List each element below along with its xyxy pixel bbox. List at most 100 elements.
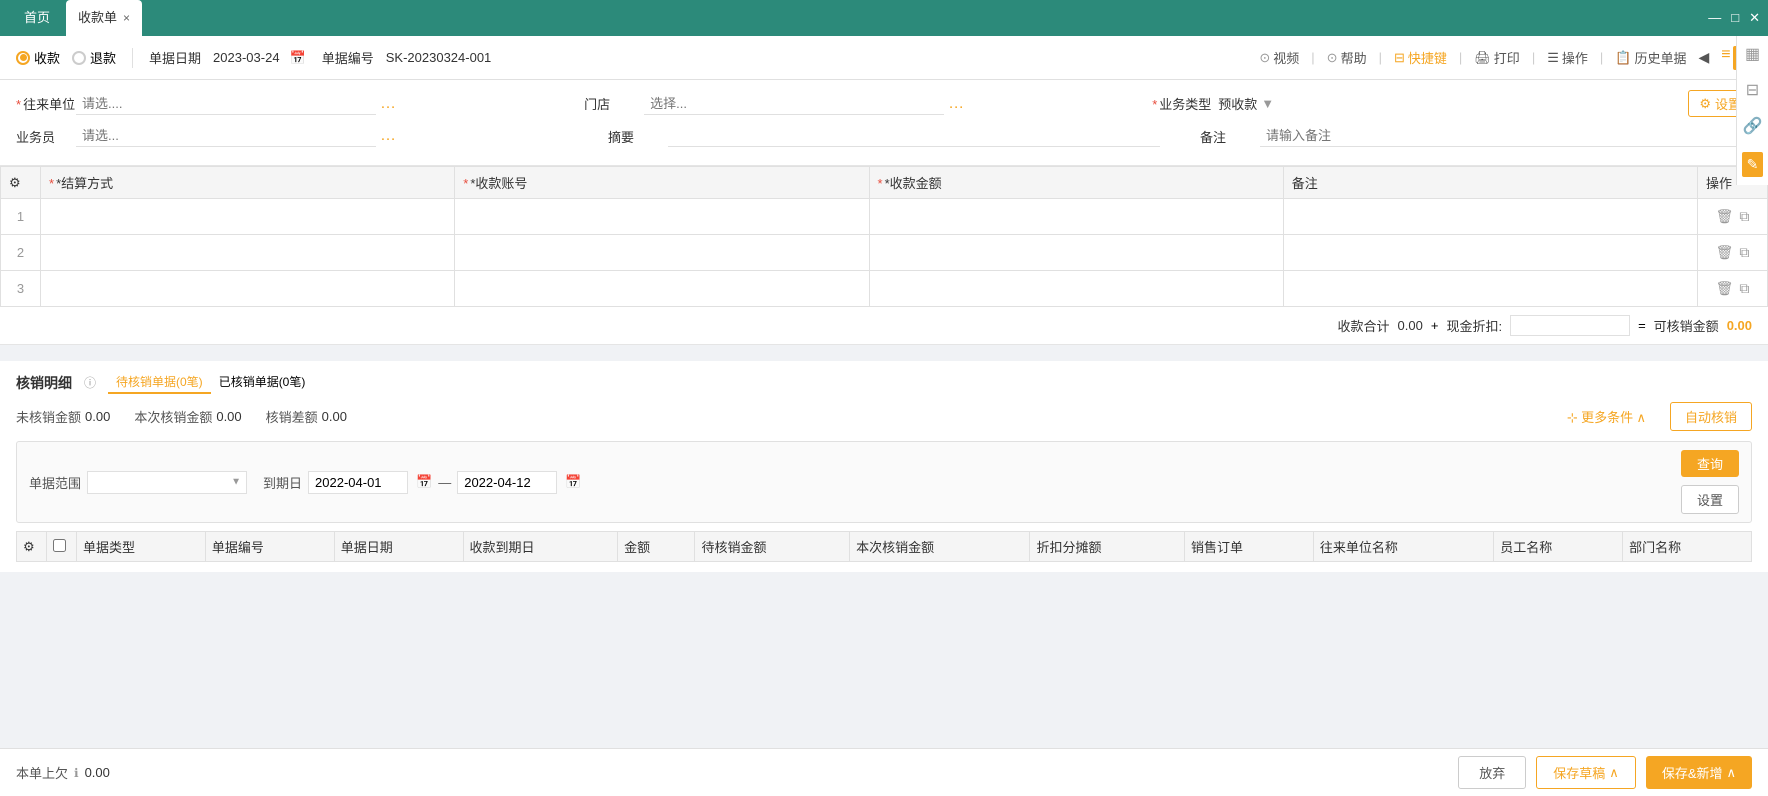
save-draft-label: 保存草稿 — [1553, 763, 1605, 782]
shortcut-action[interactable]: ⊟ 快捷键 — [1394, 48, 1447, 67]
right-panel-list-icon[interactable]: ⊟ — [1746, 80, 1759, 100]
row-3-settlement[interactable] — [41, 271, 455, 307]
row-3-amount[interactable] — [869, 271, 1283, 307]
row-3-remark-input[interactable] — [1284, 271, 1697, 306]
right-panel-link-icon[interactable]: 🔗 — [1743, 116, 1763, 136]
history-label: 历史单据 — [1634, 48, 1686, 67]
footer: 本单上欠 ℹ 0.00 放弃 保存草稿 ∧ 保存&新增 ∧ — [0, 748, 1768, 796]
due-date-from-input[interactable] — [308, 471, 408, 494]
required-star-2: * — [463, 176, 468, 191]
shop-input[interactable] — [644, 93, 944, 115]
row-1-remark[interactable] — [1283, 199, 1697, 235]
row-1-remark-input[interactable] — [1284, 199, 1697, 234]
filter-form-row: 单据范围 到期日 📅 — 📅 查询 设置 — [16, 441, 1752, 523]
business-type-label: 业务类型 — [1152, 94, 1212, 113]
row-1-delete-icon[interactable]: 🗑 — [1716, 208, 1734, 225]
right-panel-edit-icon[interactable]: ✎ — [1742, 152, 1764, 177]
select-all-checkbox[interactable] — [53, 539, 66, 552]
auto-writeoff-btn[interactable]: 自动核销 — [1670, 402, 1752, 431]
cal-to-icon[interactable]: 📅 — [565, 474, 581, 490]
bottom-gear-header[interactable]: ⚙ — [17, 532, 47, 562]
partner-dots-icon[interactable]: … — [380, 95, 396, 113]
refund-radio[interactable]: 退款 — [72, 48, 116, 67]
summary-row: 收款合计 0.00 + 现金折扣: = 可核销金额 0.00 — [0, 307, 1768, 345]
remark-input[interactable] — [1260, 125, 1752, 147]
row-3-settlement-input[interactable] — [41, 271, 454, 306]
row-2-account-input[interactable] — [455, 235, 868, 270]
cal-from-icon[interactable]: 📅 — [416, 474, 432, 490]
video-action[interactable]: ⊙ 视频 — [1259, 48, 1299, 67]
operate-action[interactable]: ☰ 操作 — [1547, 48, 1588, 67]
row-1-amount-input[interactable] — [870, 199, 1283, 234]
table-section: ⚙ **结算方式 **收款账号 **收款金额 备注 操作 1 — [0, 166, 1768, 307]
prev-arrow[interactable]: ◀ — [1698, 49, 1709, 66]
history-action[interactable]: 📋 历史单据 — [1615, 48, 1686, 67]
row-1-amount[interactable] — [869, 199, 1283, 235]
maximize-btn[interactable]: □ — [1731, 10, 1739, 26]
col-current-amount: 本次核销金额 — [850, 532, 1030, 562]
close-btn[interactable]: ✕ — [1749, 10, 1760, 26]
discard-btn[interactable]: 放弃 — [1458, 756, 1526, 789]
more-conditions-btn[interactable]: ⊹ 更多条件 ∧ — [1567, 407, 1646, 426]
receipt-table: ⚙ **结算方式 **收款账号 **收款金额 备注 操作 1 — [0, 166, 1768, 307]
due-date-label: 到期日 — [263, 473, 302, 492]
row-2-account[interactable] — [455, 235, 869, 271]
partner-input[interactable] — [76, 93, 376, 115]
main-scroll-area: 往来单位 … 门店 … 业务类型 预收款 ▼ ⚙ 设置 — [0, 80, 1768, 748]
row-1-settlement-input[interactable] — [41, 199, 454, 234]
summary-input[interactable] — [668, 125, 1160, 147]
row-2-settlement[interactable] — [41, 235, 455, 271]
tab-done[interactable]: 已核销单据(0笔) — [211, 371, 314, 394]
row-3-account[interactable] — [455, 271, 869, 307]
writeoff-info-icon[interactable]: ⓘ — [84, 374, 96, 391]
save-draft-btn[interactable]: 保存草稿 ∧ — [1536, 756, 1636, 789]
tab-close-btn[interactable]: × — [123, 0, 130, 36]
tab-pending[interactable]: 待核销单据(0笔) — [108, 371, 211, 394]
row-3-account-input[interactable] — [455, 271, 868, 306]
window-controls: — □ ✕ — [1708, 10, 1760, 26]
row-2-delete-icon[interactable]: 🗑 — [1716, 244, 1734, 261]
calendar-icon[interactable]: 📅 — [290, 50, 306, 66]
save-draft-arrow-icon: ∧ — [1609, 765, 1619, 781]
table-gear-header[interactable]: ⚙ — [1, 167, 41, 199]
filter-settings-btn[interactable]: 设置 — [1681, 485, 1739, 514]
row-2-remark-input[interactable] — [1284, 235, 1697, 270]
save-new-btn[interactable]: 保存&新增 ∧ — [1646, 756, 1752, 789]
print-action[interactable]: 🖨 打印 — [1474, 48, 1520, 67]
minimize-btn[interactable]: — — [1708, 10, 1721, 26]
unverified-stat: 未核销金额 0.00 — [16, 407, 110, 426]
tab-home[interactable]: 首页 — [8, 0, 66, 36]
tab-current-label: 收款单 — [78, 0, 117, 36]
range-select[interactable] — [87, 471, 247, 494]
row-2-remark[interactable] — [1283, 235, 1697, 271]
discount-input[interactable] — [1510, 315, 1630, 336]
row-1-account[interactable] — [455, 199, 869, 235]
row-2-amount-input[interactable] — [870, 235, 1283, 270]
row-2-settlement-input[interactable] — [41, 235, 454, 270]
right-panel-table-icon[interactable]: ▦ — [1745, 44, 1760, 64]
row-2-copy-icon[interactable]: ⧉ — [1739, 244, 1749, 261]
row-1-settlement[interactable] — [41, 199, 455, 235]
business-type-dropdown-icon[interactable]: ▼ — [1261, 96, 1274, 111]
col-bill-date: 单据日期 — [334, 532, 463, 562]
row-1-account-input[interactable] — [455, 199, 868, 234]
row-3-copy-icon[interactable]: ⧉ — [1739, 280, 1749, 297]
tab-current[interactable]: 收款单 × — [66, 0, 142, 36]
row-1-copy-icon[interactable]: ⧉ — [1739, 208, 1749, 225]
footer-info-icon[interactable]: ℹ — [74, 766, 79, 780]
current-label: 本次核销金额 — [134, 407, 212, 426]
row-3-remark[interactable] — [1283, 271, 1697, 307]
bottom-checkbox-header[interactable] — [47, 532, 77, 562]
list-view-icon[interactable]: ≡ — [1721, 46, 1730, 70]
shop-dots-icon[interactable]: … — [948, 95, 964, 113]
row-3-delete-icon[interactable]: 🗑 — [1716, 280, 1734, 297]
history-icon: 📋 — [1615, 50, 1631, 66]
staff-input[interactable] — [76, 125, 376, 147]
row-2-amount[interactable] — [869, 235, 1283, 271]
help-action[interactable]: ⊙ 帮助 — [1327, 48, 1367, 67]
query-btn[interactable]: 查询 — [1681, 450, 1739, 477]
receipt-radio[interactable]: 收款 — [16, 48, 60, 67]
staff-dots-icon[interactable]: … — [380, 127, 396, 145]
due-date-to-input[interactable] — [457, 471, 557, 494]
row-3-amount-input[interactable] — [870, 271, 1283, 306]
